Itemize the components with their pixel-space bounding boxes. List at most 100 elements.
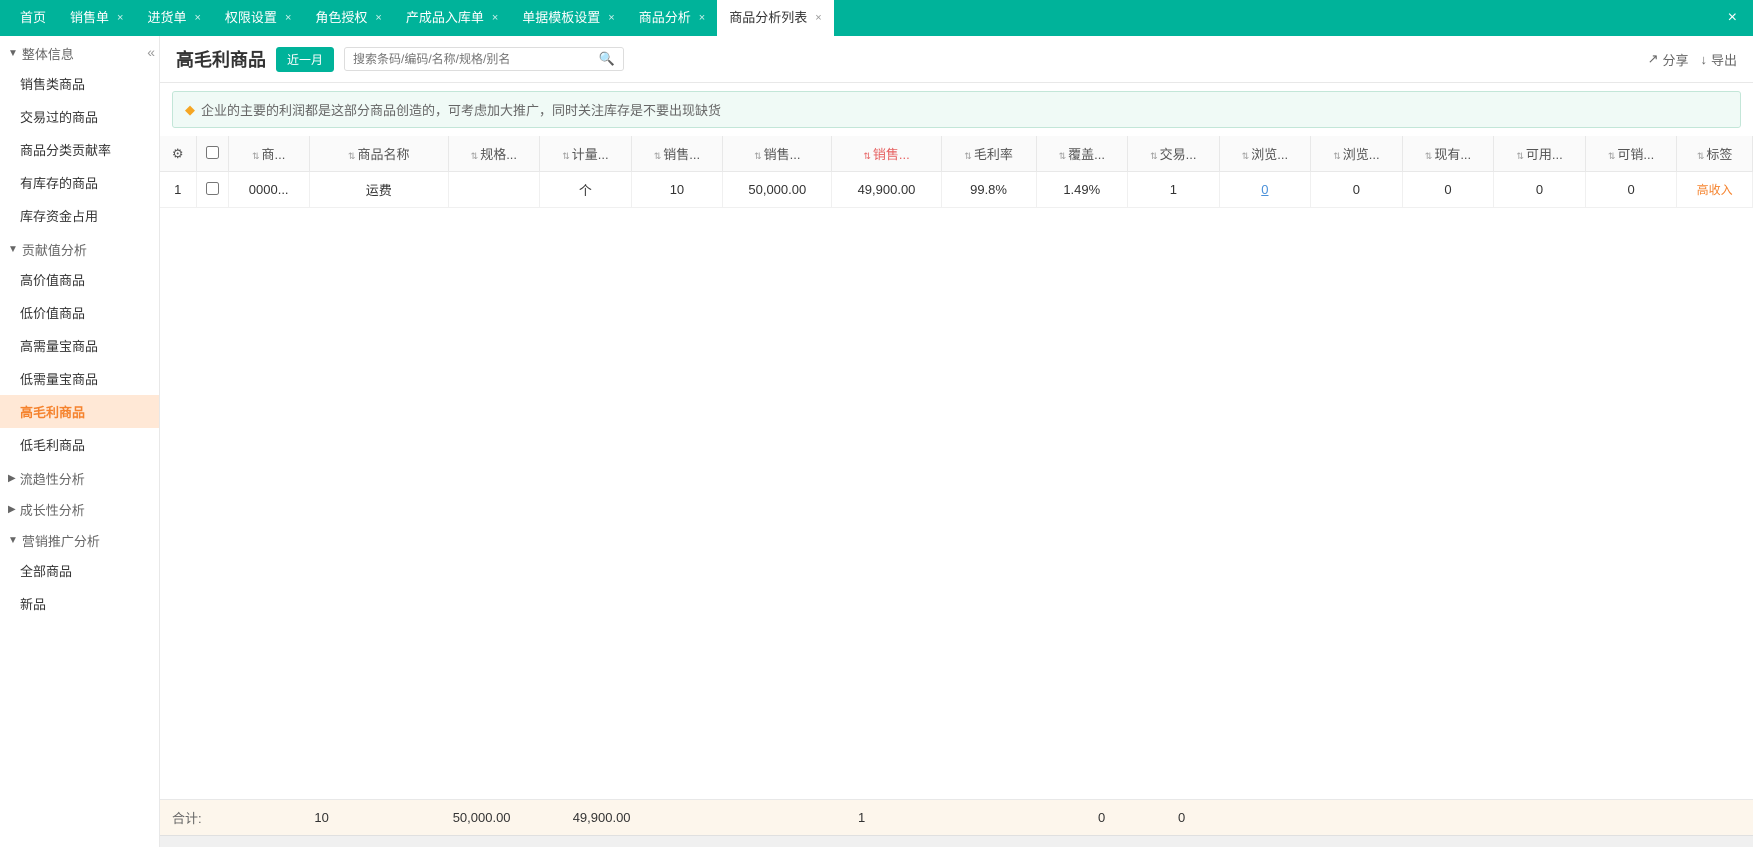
browse1-link[interactable]: 0 xyxy=(1261,182,1268,197)
footer-cells: 10 50,000.00 49,900.00 1 0 0 xyxy=(222,810,1741,825)
col-browse2[interactable]: ⇅浏览... xyxy=(1311,136,1403,172)
nav-order-template[interactable]: 单据模板设置 × xyxy=(510,0,626,36)
col-sales-profit[interactable]: ⇅销售... xyxy=(832,136,941,172)
col-settings[interactable]: ⚙ xyxy=(160,136,196,172)
header-actions: ↗ 分享 ↓ 导出 xyxy=(1648,50,1737,69)
sidebar-item-high-demand[interactable]: 高需量宝商品 xyxy=(0,329,159,362)
sidebar-item-high-margin[interactable]: 高毛利商品 xyxy=(0,395,159,428)
col-sales-qty[interactable]: ⇅销售... xyxy=(631,136,723,172)
share-icon: ↗ xyxy=(1648,51,1659,67)
col-margin-rate[interactable]: ⇅毛利率 xyxy=(941,136,1036,172)
cell-available: 0 xyxy=(1494,172,1586,208)
nav-role-permission[interactable]: 角色授权 × xyxy=(303,0,393,36)
col-spec[interactable]: ⇅规格... xyxy=(448,136,540,172)
footer-spacer2 xyxy=(742,810,822,825)
group-arrow-marketing-analysis: ▼ xyxy=(8,535,18,546)
nav-product-entry[interactable]: 产成品入库单 × xyxy=(394,0,510,36)
cell-tag: 高收入 xyxy=(1677,172,1753,208)
cell-sellable: 0 xyxy=(1585,172,1677,208)
cell-browse1[interactable]: 0 xyxy=(1219,172,1311,208)
cell-sales-amount: 50,000.00 xyxy=(723,172,832,208)
table-container: ⚙ ⇅商... ⇅商品名称 ⇅规格... ⇅计量... ⇅销售... ⇅销售..… xyxy=(160,136,1753,799)
nav-sales-order[interactable]: 销售单 × xyxy=(58,0,135,36)
sidebar-group-value-analysis[interactable]: ▼ 贡献值分析 xyxy=(0,232,159,263)
cell-checkbox[interactable] xyxy=(196,172,228,208)
group-arrow-value-analysis: ▼ xyxy=(8,244,18,255)
group-arrow-growth-analysis: ▶ xyxy=(8,504,16,515)
col-coverage[interactable]: ⇅覆盖... xyxy=(1036,136,1128,172)
col-code[interactable]: ⇅商... xyxy=(228,136,309,172)
export-button[interactable]: ↓ 导出 xyxy=(1700,50,1737,69)
nav-close-product-entry[interactable]: × xyxy=(492,0,498,36)
sidebar-item-goods-contribution[interactable]: 商品分类贡献率 xyxy=(0,133,159,166)
cell-spec xyxy=(448,172,540,208)
search-icon[interactable]: 🔍 xyxy=(599,51,615,67)
nav-close-purchase-order[interactable]: × xyxy=(194,0,200,36)
cell-seq: 1 xyxy=(160,172,196,208)
group-arrow-overall-info: ▼ xyxy=(8,48,18,59)
cell-current-stock: 0 xyxy=(1402,172,1494,208)
col-checkbox[interactable] xyxy=(196,136,228,172)
nav-close-role-permission[interactable]: × xyxy=(375,0,381,36)
sidebar-group-overall-info[interactable]: ▼ 整体信息 xyxy=(0,36,159,67)
col-browse1[interactable]: ⇅浏览... xyxy=(1219,136,1311,172)
period-button-recent-month[interactable]: 近一月 xyxy=(276,47,334,72)
content-header: 高毛利商品 近一月 🔍 ↗ 分享 ↓ 导出 xyxy=(160,36,1753,83)
horizontal-scrollbar[interactable] xyxy=(160,835,1753,847)
nav-close-order-template[interactable]: × xyxy=(608,0,614,36)
sidebar-group-growth-analysis[interactable]: ▶ 成长性分析 xyxy=(0,492,159,523)
tag-badge: 高收入 xyxy=(1697,183,1733,197)
info-banner-text: 企业的主要的利润都是这部分商品创造的，可考虑加大推广，同时关注库存是不要出现缺货 xyxy=(201,100,721,119)
nav-close-permission-settings[interactable]: × xyxy=(285,0,291,36)
sidebar-item-traded-goods[interactable]: 交易过的商品 xyxy=(0,100,159,133)
select-all-checkbox[interactable] xyxy=(206,146,219,159)
info-banner: ◆ 企业的主要的利润都是这部分商品创造的，可考虑加大推广，同时关注库存是不要出现… xyxy=(172,91,1741,128)
nav-permission-settings[interactable]: 权限设置 × xyxy=(213,0,303,36)
nav-close-product-analysis[interactable]: × xyxy=(699,0,705,36)
sidebar-item-new-goods[interactable]: 新品 xyxy=(0,587,159,620)
page-title: 高毛利商品 xyxy=(176,46,266,72)
col-name[interactable]: ⇅商品名称 xyxy=(309,136,448,172)
sidebar-item-in-stock-goods[interactable]: 有库存的商品 xyxy=(0,166,159,199)
cell-margin-rate: 99.8% xyxy=(941,172,1036,208)
sidebar-item-high-value[interactable]: 高价值商品 xyxy=(0,263,159,296)
app-close-button[interactable]: × xyxy=(1720,9,1745,27)
footer-available: 0 xyxy=(1142,810,1222,825)
sidebar-item-all-goods[interactable]: 全部商品 xyxy=(0,554,159,587)
footer-transaction: 1 xyxy=(822,810,902,825)
settings-icon: ⚙ xyxy=(172,146,184,161)
sidebar-item-inventory-capital[interactable]: 库存资金占用 xyxy=(0,199,159,232)
col-sales-amount[interactable]: ⇅销售... xyxy=(723,136,832,172)
nav-purchase-order[interactable]: 进货单 × xyxy=(135,0,212,36)
footer-sales-qty: 10 xyxy=(222,810,422,825)
nav-close-product-analysis-list[interactable]: × xyxy=(815,0,821,36)
sidebar-item-low-demand[interactable]: 低需量宝商品 xyxy=(0,362,159,395)
footer-spacer4 xyxy=(982,810,1062,825)
col-unit[interactable]: ⇅计量... xyxy=(540,136,632,172)
sidebar-item-sales-goods[interactable]: 销售类商品 xyxy=(0,67,159,100)
search-input[interactable] xyxy=(353,52,595,66)
cell-name: 运费 xyxy=(309,172,448,208)
nav-product-analysis-list[interactable]: 商品分析列表 × xyxy=(717,0,833,36)
col-transaction[interactable]: ⇅交易... xyxy=(1128,136,1220,172)
nav-product-analysis[interactable]: 商品分析 × xyxy=(627,0,717,36)
sidebar-group-trend-analysis[interactable]: ▶ 流趋性分析 xyxy=(0,461,159,492)
col-tag[interactable]: ⇅标签 xyxy=(1677,136,1753,172)
table-header-row: ⚙ ⇅商... ⇅商品名称 ⇅规格... ⇅计量... ⇅销售... ⇅销售..… xyxy=(160,136,1753,172)
nav-home[interactable]: 首页 xyxy=(8,0,58,36)
share-button[interactable]: ↗ 分享 xyxy=(1648,50,1689,69)
col-sellable[interactable]: ⇅可销... xyxy=(1585,136,1677,172)
nav-close-sales-order[interactable]: × xyxy=(117,0,123,36)
sidebar-collapse-button[interactable]: « xyxy=(147,44,155,60)
sidebar-item-low-value[interactable]: 低价值商品 xyxy=(0,296,159,329)
col-available[interactable]: ⇅可用... xyxy=(1494,136,1586,172)
top-navigation: 首页 销售单 × 进货单 × 权限设置 × 角色授权 × 产成品入库单 × 单据… xyxy=(0,0,1753,36)
sidebar-item-low-margin[interactable]: 低毛利商品 xyxy=(0,428,159,461)
cell-coverage: 1.49% xyxy=(1036,172,1128,208)
cell-unit: 个 xyxy=(540,172,632,208)
content-area: 高毛利商品 近一月 🔍 ↗ 分享 ↓ 导出 ◆ 企业的主要的利润都是这部分商品创… xyxy=(160,36,1753,847)
row-checkbox[interactable] xyxy=(206,182,219,195)
sidebar-group-marketing-analysis[interactable]: ▼ 营销推广分析 xyxy=(0,523,159,554)
col-current-stock[interactable]: ⇅现有... xyxy=(1402,136,1494,172)
main-layout: « ▼ 整体信息 销售类商品 交易过的商品 商品分类贡献率 有库存的商品 库存资… xyxy=(0,36,1753,847)
